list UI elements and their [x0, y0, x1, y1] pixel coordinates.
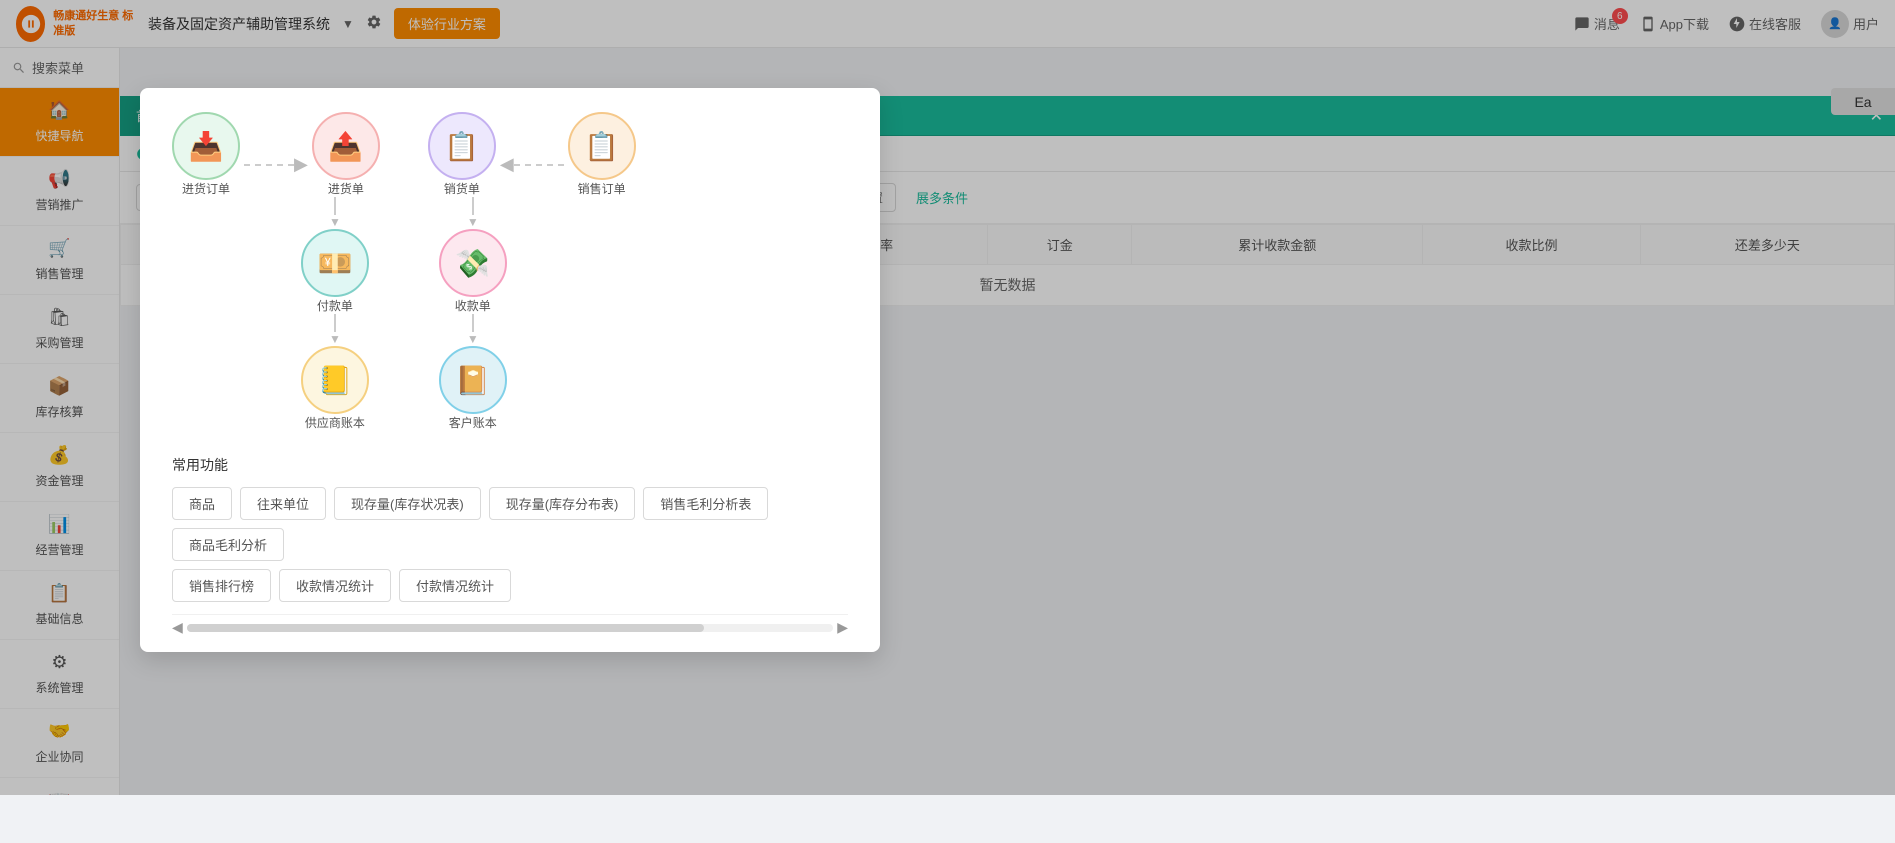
purchase-order-label: 进货订单 [182, 180, 230, 197]
flow-item-purchase-bill: 📤 进货单 [312, 112, 380, 197]
common-func-title: 常用功能 [172, 455, 848, 475]
func-btn-product[interactable]: 商品 [172, 487, 232, 520]
arrow-h-2: ◀ [500, 134, 564, 175]
func-btn-sales-margin[interactable]: 销售毛利分析表 [643, 487, 768, 520]
func-btn-product-margin[interactable]: 商品毛利分析 [172, 528, 284, 561]
supplier-ledger-label: 供应商账本 [305, 414, 365, 431]
sales-bill-label: 销货单 [444, 180, 480, 197]
dialog-scrollbar: ◀ ▶ [172, 614, 848, 636]
flow-chart: 📥 进货订单 ▶ 📤 进货单 [172, 112, 848, 431]
func-btns-row1: 商品 往来单位 现存量(库存状况表) 现存量(库存分布表) 销售毛利分析表 商品… [172, 487, 848, 561]
func-btns-row2: 销售排行榜 收款情况统计 付款情况统计 [172, 569, 848, 602]
flow-item-sales-bill: 📋 销货单 [428, 112, 496, 197]
common-func-section: 常用功能 商品 往来单位 现存量(库存状况表) 现存量(库存分布表) 销售毛利分… [172, 455, 848, 602]
purchase-bill-label: 进货单 [328, 180, 364, 197]
payment-label: 付款单 [317, 297, 353, 314]
func-btn-receipt-stats[interactable]: 收款情况统计 [279, 569, 391, 602]
sales-bill-circle[interactable]: 📋 [428, 112, 496, 180]
sales-order-circle[interactable]: 📋 [568, 112, 636, 180]
quick-nav-dialog: 📥 进货订单 ▶ 📤 进货单 [140, 88, 880, 652]
flow-item-sales-order: 📋 销售订单 [568, 112, 636, 197]
func-btn-partner[interactable]: 往来单位 [240, 487, 326, 520]
customer-ledger-label: 客户账本 [449, 414, 497, 431]
purchase-bill-circle[interactable]: 📤 [312, 112, 380, 180]
func-btn-sales-rank[interactable]: 销售排行榜 [172, 569, 271, 602]
arrow-h-1: ▶ [244, 134, 308, 175]
scroll-right-arrow[interactable]: ▶ [837, 619, 848, 636]
receipt-label: 收款单 [455, 297, 491, 314]
scrollbar-thumb [187, 624, 704, 632]
payment-circle[interactable]: 💴 [301, 229, 369, 297]
supplier-ledger-circle[interactable]: 📒 [301, 346, 369, 414]
func-btn-payment-stats[interactable]: 付款情况统计 [399, 569, 511, 602]
func-btn-stock-dist[interactable]: 现存量(库存分布表) [489, 487, 636, 520]
flow-item-purchase-order: 📥 进货订单 [172, 112, 240, 197]
receipt-circle[interactable]: 💸 [439, 229, 507, 297]
customer-ledger-circle[interactable]: 📔 [439, 346, 507, 414]
sales-order-label: 销售订单 [578, 180, 626, 197]
func-btn-stock-status[interactable]: 现存量(库存状况表) [334, 487, 481, 520]
scrollbar-track[interactable] [187, 624, 833, 632]
purchase-order-circle[interactable]: 📥 [172, 112, 240, 180]
scroll-left-arrow[interactable]: ◀ [172, 619, 183, 636]
